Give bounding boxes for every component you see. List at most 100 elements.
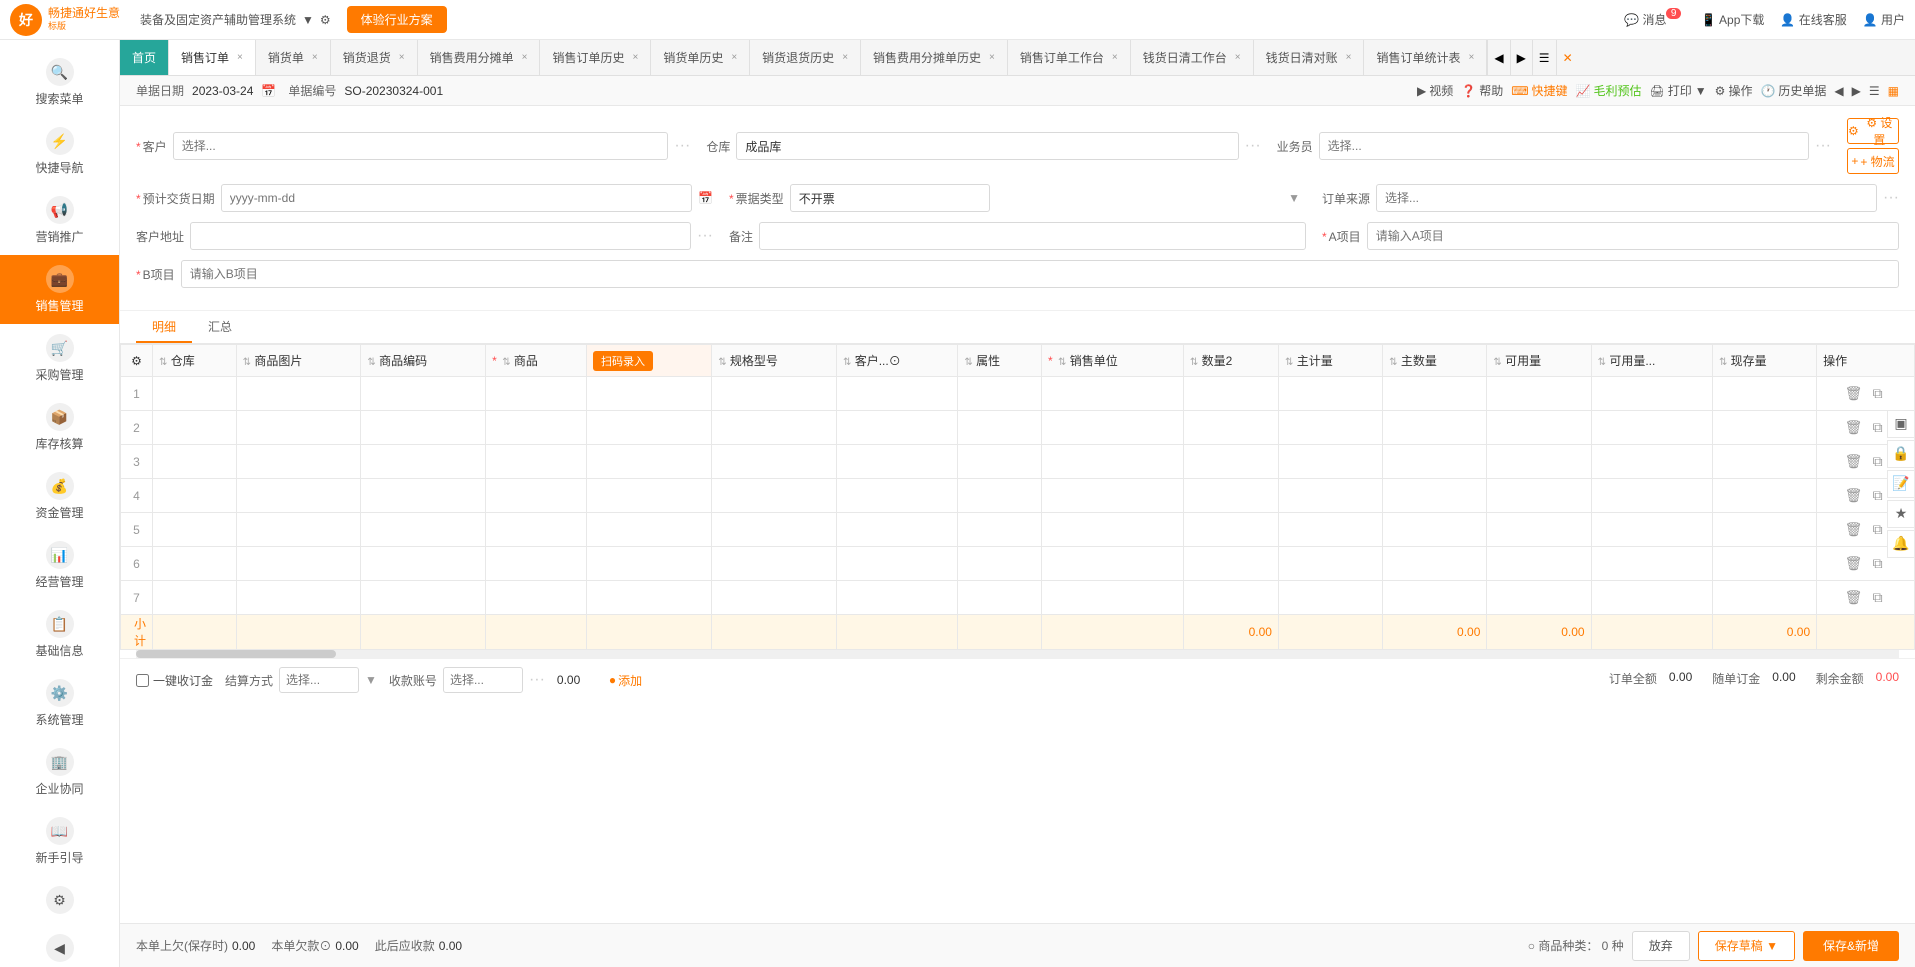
tab-sales-expense-history[interactable]: 销售费用分摊单历史 ×: [861, 40, 1008, 76]
cell-available[interactable]: [1487, 513, 1591, 547]
shortcut-btn[interactable]: ⌨ 快捷键: [1511, 82, 1567, 99]
tab-cash-reconcile[interactable]: 钱货日清对账 ×: [1254, 40, 1365, 76]
delete-icon[interactable]: 🗑: [1844, 520, 1864, 540]
cell-available2[interactable]: [1591, 547, 1712, 581]
cell-unit[interactable]: [1041, 411, 1183, 445]
copy-icon[interactable]: ⧉: [1868, 520, 1888, 540]
cell-customer-code[interactable]: [836, 411, 957, 445]
copy-icon[interactable]: ⧉: [1868, 486, 1888, 506]
cell-available[interactable]: [1487, 547, 1591, 581]
th-image[interactable]: ⇅ 商品图片: [236, 345, 361, 377]
tab-home[interactable]: 首页: [120, 40, 169, 76]
delete-icon[interactable]: 🗑: [1844, 418, 1864, 438]
cell-warehouse[interactable]: [153, 445, 237, 479]
cell-attr[interactable]: [958, 513, 1042, 547]
cell-unit[interactable]: [1041, 445, 1183, 479]
float-expand-icon[interactable]: ▣: [1887, 410, 1915, 438]
sidebar-item-sales[interactable]: 💼 销售管理: [0, 255, 119, 324]
sidebar-item-enterprise[interactable]: 🏢 企业协同: [0, 738, 119, 807]
customer-more-icon[interactable]: ···: [674, 137, 690, 155]
view-btn[interactable]: ▶ 视频: [1417, 82, 1453, 99]
cell-scan[interactable]: [586, 513, 711, 547]
scan-button[interactable]: 扫码录入: [593, 351, 653, 371]
tab-sales-order[interactable]: 销售订单 ×: [169, 40, 256, 76]
cell-main-qty[interactable]: [1383, 479, 1487, 513]
cell-available2[interactable]: [1591, 479, 1712, 513]
tab-summary[interactable]: 汇总: [192, 311, 248, 343]
warehouse-input[interactable]: [736, 132, 1238, 160]
cell-main-unit[interactable]: [1278, 479, 1382, 513]
cell-customer-code[interactable]: [836, 479, 957, 513]
cell-code[interactable]: [361, 445, 486, 479]
th-scan[interactable]: 扫码录入: [586, 345, 711, 377]
tab-close-icon[interactable]: ×: [522, 52, 528, 63]
cell-stock[interactable]: [1712, 411, 1816, 445]
payment-account-input[interactable]: [443, 667, 523, 693]
cell-customer-code[interactable]: [836, 445, 957, 479]
cell-code[interactable]: [361, 547, 486, 581]
cell-stock[interactable]: [1712, 513, 1816, 547]
float-alert-icon[interactable]: 🔔: [1887, 530, 1915, 558]
sidebar-collapse[interactable]: ◀: [0, 924, 119, 967]
tab-close-icon[interactable]: ×: [1235, 52, 1241, 63]
settings-button[interactable]: ⚙ ⚙ 设置: [1847, 118, 1899, 144]
cell-image[interactable]: [236, 581, 361, 615]
tab-close-icon[interactable]: ×: [1112, 52, 1118, 63]
sidebar-item-purchase[interactable]: 🛒 采购管理: [0, 324, 119, 393]
th-warehouse[interactable]: ⇅ 仓库: [153, 345, 237, 377]
cell-main-qty[interactable]: [1383, 513, 1487, 547]
salesperson-input[interactable]: [1319, 132, 1809, 160]
cell-qty2[interactable]: [1183, 581, 1278, 615]
cell-attr[interactable]: [958, 445, 1042, 479]
tab-close-icon[interactable]: ×: [1346, 52, 1352, 63]
tab-close-all-button[interactable]: ✕: [1556, 40, 1579, 76]
tab-sales-stats[interactable]: 销售订单统计表 ×: [1364, 40, 1487, 76]
cell-available2[interactable]: [1591, 445, 1712, 479]
sidebar-item-system[interactable]: ⚙️ 系统管理: [0, 669, 119, 738]
nav-prev-icon[interactable]: ◀: [1834, 84, 1843, 98]
tab-sales-workbench[interactable]: 销售订单工作台 ×: [1008, 40, 1131, 76]
th-code[interactable]: ⇅ 商品编码: [361, 345, 486, 377]
sidebar-item-operations[interactable]: 📊 经营管理: [0, 531, 119, 600]
th-settings[interactable]: ⚙: [121, 345, 153, 377]
copy-icon[interactable]: ⧉: [1868, 554, 1888, 574]
tab-menu-button[interactable]: ☰: [1532, 40, 1556, 76]
float-star-icon[interactable]: ★: [1887, 500, 1915, 528]
th-attr[interactable]: ⇅ 属性: [958, 345, 1042, 377]
cell-goods[interactable]: [486, 377, 587, 411]
cell-image[interactable]: [236, 513, 361, 547]
customer-address-input[interactable]: [190, 222, 691, 250]
b-project-input[interactable]: [181, 260, 1899, 288]
tab-close-icon[interactable]: ×: [632, 52, 638, 63]
cell-customer-code[interactable]: [836, 513, 957, 547]
dropdown-arrow-icon[interactable]: ▼: [302, 13, 314, 27]
dropdown-caret-icon[interactable]: ▼: [1766, 939, 1778, 953]
cell-scan[interactable]: [586, 445, 711, 479]
tab-close-icon[interactable]: ×: [1468, 52, 1474, 63]
cell-main-qty[interactable]: [1383, 547, 1487, 581]
cell-attr[interactable]: [958, 377, 1042, 411]
float-lock-icon[interactable]: 🔒: [1887, 440, 1915, 468]
cell-goods[interactable]: [486, 581, 587, 615]
table-settings-icon[interactable]: ⚙: [131, 354, 142, 368]
copy-icon[interactable]: ⧉: [1868, 588, 1888, 608]
cell-code[interactable]: [361, 377, 486, 411]
cell-main-unit[interactable]: [1278, 445, 1382, 479]
cell-warehouse[interactable]: [153, 581, 237, 615]
cell-unit[interactable]: [1041, 547, 1183, 581]
float-note-icon[interactable]: 📝: [1887, 470, 1915, 498]
delete-icon[interactable]: 🗑: [1844, 384, 1864, 404]
cell-available2[interactable]: [1591, 513, 1712, 547]
cell-customer-code[interactable]: [836, 377, 957, 411]
grid-icon[interactable]: ▦: [1888, 84, 1899, 98]
cell-code[interactable]: [361, 581, 486, 615]
cell-available2[interactable]: [1591, 411, 1712, 445]
cell-main-unit[interactable]: [1278, 513, 1382, 547]
add-payment-button[interactable]: ● 添加: [609, 672, 642, 689]
cell-available2[interactable]: [1591, 377, 1712, 411]
cell-scan[interactable]: [586, 411, 711, 445]
cell-warehouse[interactable]: [153, 479, 237, 513]
cell-available[interactable]: [1487, 445, 1591, 479]
tab-sales-refund[interactable]: 销货退货 ×: [331, 40, 418, 76]
cell-stock[interactable]: [1712, 547, 1816, 581]
